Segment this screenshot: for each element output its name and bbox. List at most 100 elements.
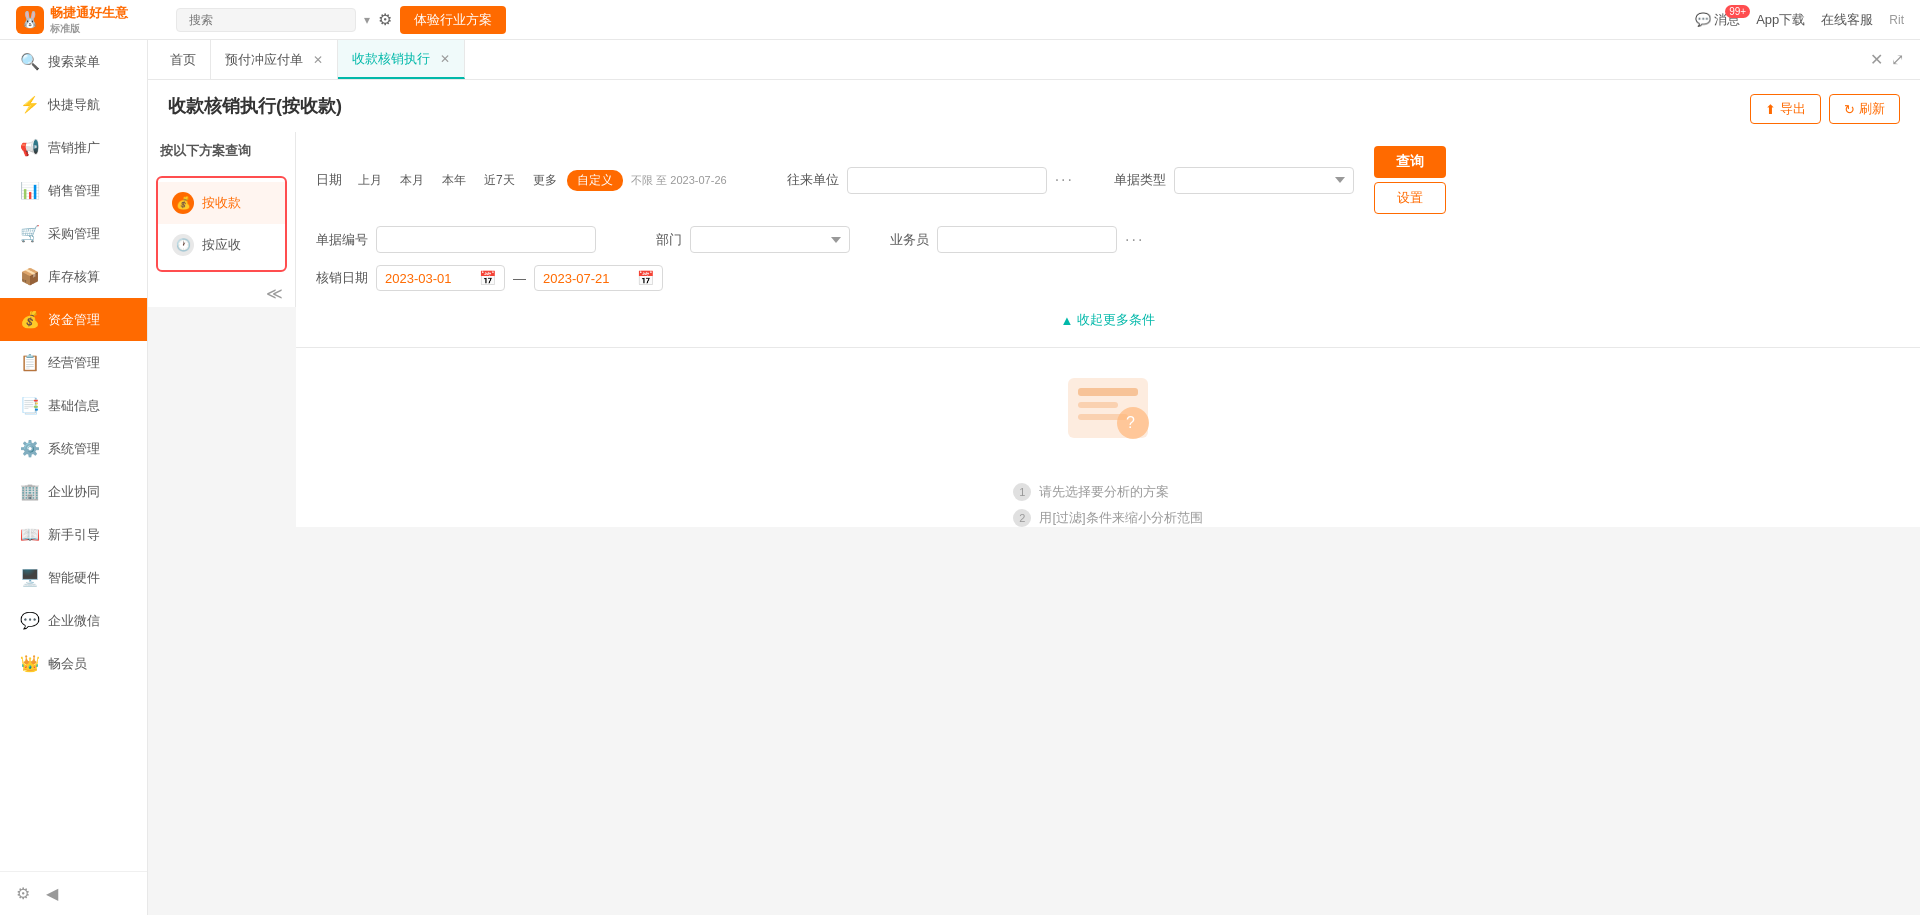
verify-start-date-wrap: 📅 — [376, 265, 505, 291]
verify-end-cal-icon[interactable]: 📅 — [637, 270, 654, 286]
date-sub-text: 不限 至 2023-07-26 — [631, 172, 727, 188]
settings-gear-icon[interactable]: ⚙ — [378, 10, 392, 29]
sidebar-item-marketing[interactable]: 📢 营销推广 — [0, 126, 147, 169]
beginner-icon: 📖 — [20, 525, 38, 544]
date-btn-this-month[interactable]: 本月 — [392, 170, 432, 191]
step-2-text: 用[过滤]条件来缩小分析范围 — [1039, 509, 1202, 527]
setting-button[interactable]: 设置 — [1374, 182, 1446, 214]
search-menu-icon: 🔍 — [20, 52, 38, 71]
date-no-limit: 不限 — [631, 174, 653, 186]
date-btn-last-month[interactable]: 上月 — [350, 170, 390, 191]
message-badge: 99+ — [1725, 5, 1750, 18]
tab-receipt-label: 收款核销执行 — [352, 50, 430, 68]
step-2-num: 2 — [1013, 509, 1031, 527]
verify-date-label: 核销日期 — [316, 269, 368, 287]
sidebar-item-inventory[interactable]: 📦 库存核算 — [0, 255, 147, 298]
online-service-link[interactable]: 在线客服 — [1821, 11, 1873, 29]
doctype-filter: 单据类型 — [1114, 167, 1354, 194]
page-title: 收款核销执行(按收款) — [168, 94, 1900, 118]
verify-date-filter: 核销日期 📅 — 📅 — [316, 265, 663, 291]
app-name: 畅捷通好生意 — [50, 4, 128, 22]
purchase-icon: 🛒 — [20, 224, 38, 243]
global-search-input[interactable] — [176, 8, 356, 32]
sidebar-item-search-menu[interactable]: 🔍 搜索菜单 — [0, 40, 147, 83]
tab-prepay-close-icon[interactable]: ✕ — [313, 53, 323, 67]
sidebar-settings-icon[interactable]: ⚙ — [16, 884, 30, 903]
sidebar-item-basic-info[interactable]: 📑 基础信息 — [0, 384, 147, 427]
filter-scheme-by-receivable[interactable]: 🕐 按应收 — [158, 224, 285, 266]
message-icon[interactable]: 💬 消息 99+ — [1695, 11, 1741, 29]
smart-hw-icon: 🖥️ — [20, 568, 38, 587]
basic-info-icon: 📑 — [20, 396, 38, 415]
counterpart-filter: 往来单位 ··· — [787, 167, 1074, 194]
filter-scheme-border: 💰 按收款 🕐 按应收 — [156, 176, 287, 272]
date-filter-group: 日期 上月 本月 本年 近7天 更多 自定义 — [316, 170, 727, 191]
date-custom-btn[interactable]: 自定义 — [567, 170, 623, 191]
sidebar-item-label: 智能硬件 — [48, 569, 100, 587]
step-1-num: 1 — [1013, 483, 1031, 501]
empty-steps: 1 请先选择要分析的方案 2 用[过滤]条件来缩小分析范围 — [1013, 483, 1202, 527]
tab-prepay[interactable]: 预付冲应付单 ✕ — [211, 40, 338, 79]
app-edition: 标准版 — [50, 22, 128, 36]
sidebar-item-purchase[interactable]: 🛒 采购管理 — [0, 212, 147, 255]
refresh-icon: ↻ — [1844, 102, 1855, 117]
tab-receipt-close-icon[interactable]: ✕ — [440, 52, 450, 66]
sidebar-item-label: 搜索菜单 — [48, 53, 100, 71]
collapse-more-btn[interactable]: ▲ 收起更多条件 — [316, 303, 1900, 337]
sidebar-item-wechat[interactable]: 💬 企业微信 — [0, 599, 147, 642]
app-logo: 🐰 畅捷通好生意 标准版 — [16, 4, 156, 36]
date-btn-more[interactable]: 更多 — [525, 170, 565, 191]
sidebar-item-quick-nav[interactable]: ⚡ 快捷导航 — [0, 83, 147, 126]
sidebar-item-operations[interactable]: 📋 经营管理 — [0, 341, 147, 384]
sidebar-collapse-icon[interactable]: ◀ — [46, 884, 58, 903]
inventory-icon: 📦 — [20, 267, 38, 286]
date-btn-this-year[interactable]: 本年 — [434, 170, 474, 191]
refresh-button[interactable]: ↻ 刷新 — [1829, 94, 1900, 124]
date-btn-7days[interactable]: 近7天 — [476, 170, 523, 191]
sidebar-item-member[interactable]: 👑 畅会员 — [0, 642, 147, 685]
doctype-label: 单据类型 — [1114, 171, 1166, 189]
sidebar-item-smart-hw[interactable]: 🖥️ 智能硬件 — [0, 556, 147, 599]
filter-section: 日期 上月 本月 本年 近7天 更多 自定义 — [296, 132, 1920, 348]
sidebar-item-label: 系统管理 — [48, 440, 100, 458]
empty-step-1: 1 请先选择要分析的方案 — [1013, 483, 1202, 501]
tab-close-all-icon[interactable]: ✕ — [1870, 50, 1883, 69]
sidebar: 🔍 搜索菜单 ⚡ 快捷导航 📢 营销推广 📊 销售管理 🛒 采购管理 📦 库存核… — [0, 40, 148, 915]
tab-receipt-verify[interactable]: 收款核销执行 ✕ — [338, 40, 465, 79]
solution-button[interactable]: 体验行业方案 — [400, 6, 506, 34]
date-options: 上月 本月 本年 近7天 更多 自定义 — [350, 170, 623, 191]
dept-select[interactable] — [690, 226, 850, 253]
filter-scheme-by-receipt[interactable]: 💰 按收款 — [158, 182, 285, 224]
query-button[interactable]: 查询 — [1374, 146, 1446, 178]
export-icon: ⬆ — [1765, 102, 1776, 117]
date-range-separator: — — [513, 271, 526, 286]
tab-bar: 首页 预付冲应付单 ✕ 收款核销执行 ✕ ✕ ⤢ — [148, 40, 1920, 80]
tab-expand-icon[interactable]: ⤢ — [1891, 50, 1904, 69]
salesperson-more-icon[interactable]: ··· — [1125, 231, 1144, 249]
panel-collapse-btn[interactable]: ≪ — [148, 280, 295, 307]
docno-input[interactable] — [376, 226, 596, 253]
verify-start-cal-icon[interactable]: 📅 — [479, 270, 496, 286]
system-icon: ⚙️ — [20, 439, 38, 458]
tab-home[interactable]: 首页 — [156, 40, 211, 79]
sidebar-item-system[interactable]: ⚙️ 系统管理 — [0, 427, 147, 470]
verify-start-date-input[interactable] — [385, 271, 475, 286]
counterpart-more-icon[interactable]: ··· — [1055, 171, 1074, 189]
tab-prepay-label: 预付冲应付单 — [225, 51, 303, 69]
sidebar-item-finance[interactable]: 💰 资金管理 — [0, 298, 147, 341]
doctype-select[interactable] — [1174, 167, 1354, 194]
top-bar: 🐰 畅捷通好生意 标准版 ▾ ⚙ 体验行业方案 💬 消息 99+ App下载 在… — [0, 0, 1920, 40]
empty-step-2: 2 用[过滤]条件来缩小分析范围 — [1013, 509, 1202, 527]
salesperson-input[interactable] — [937, 226, 1117, 253]
sidebar-item-sales[interactable]: 📊 销售管理 — [0, 169, 147, 212]
export-button[interactable]: ⬆ 导出 — [1750, 94, 1821, 124]
sidebar-item-enterprise[interactable]: 🏢 企业协同 — [0, 470, 147, 513]
sidebar-item-beginner[interactable]: 📖 新手引导 — [0, 513, 147, 556]
sidebar-item-label: 采购管理 — [48, 225, 100, 243]
user-name: Rit — [1889, 13, 1904, 27]
filter-row-2: 单据编号 部门 业务员 ··· — [316, 226, 1900, 253]
empty-state: ? 1 请先选择要分析的方案 2 用[过滤]条件来缩小分析范围 — [296, 348, 1920, 527]
counterpart-input[interactable] — [847, 167, 1047, 194]
verify-end-date-input[interactable] — [543, 271, 633, 286]
app-download-link[interactable]: App下载 — [1756, 11, 1805, 29]
